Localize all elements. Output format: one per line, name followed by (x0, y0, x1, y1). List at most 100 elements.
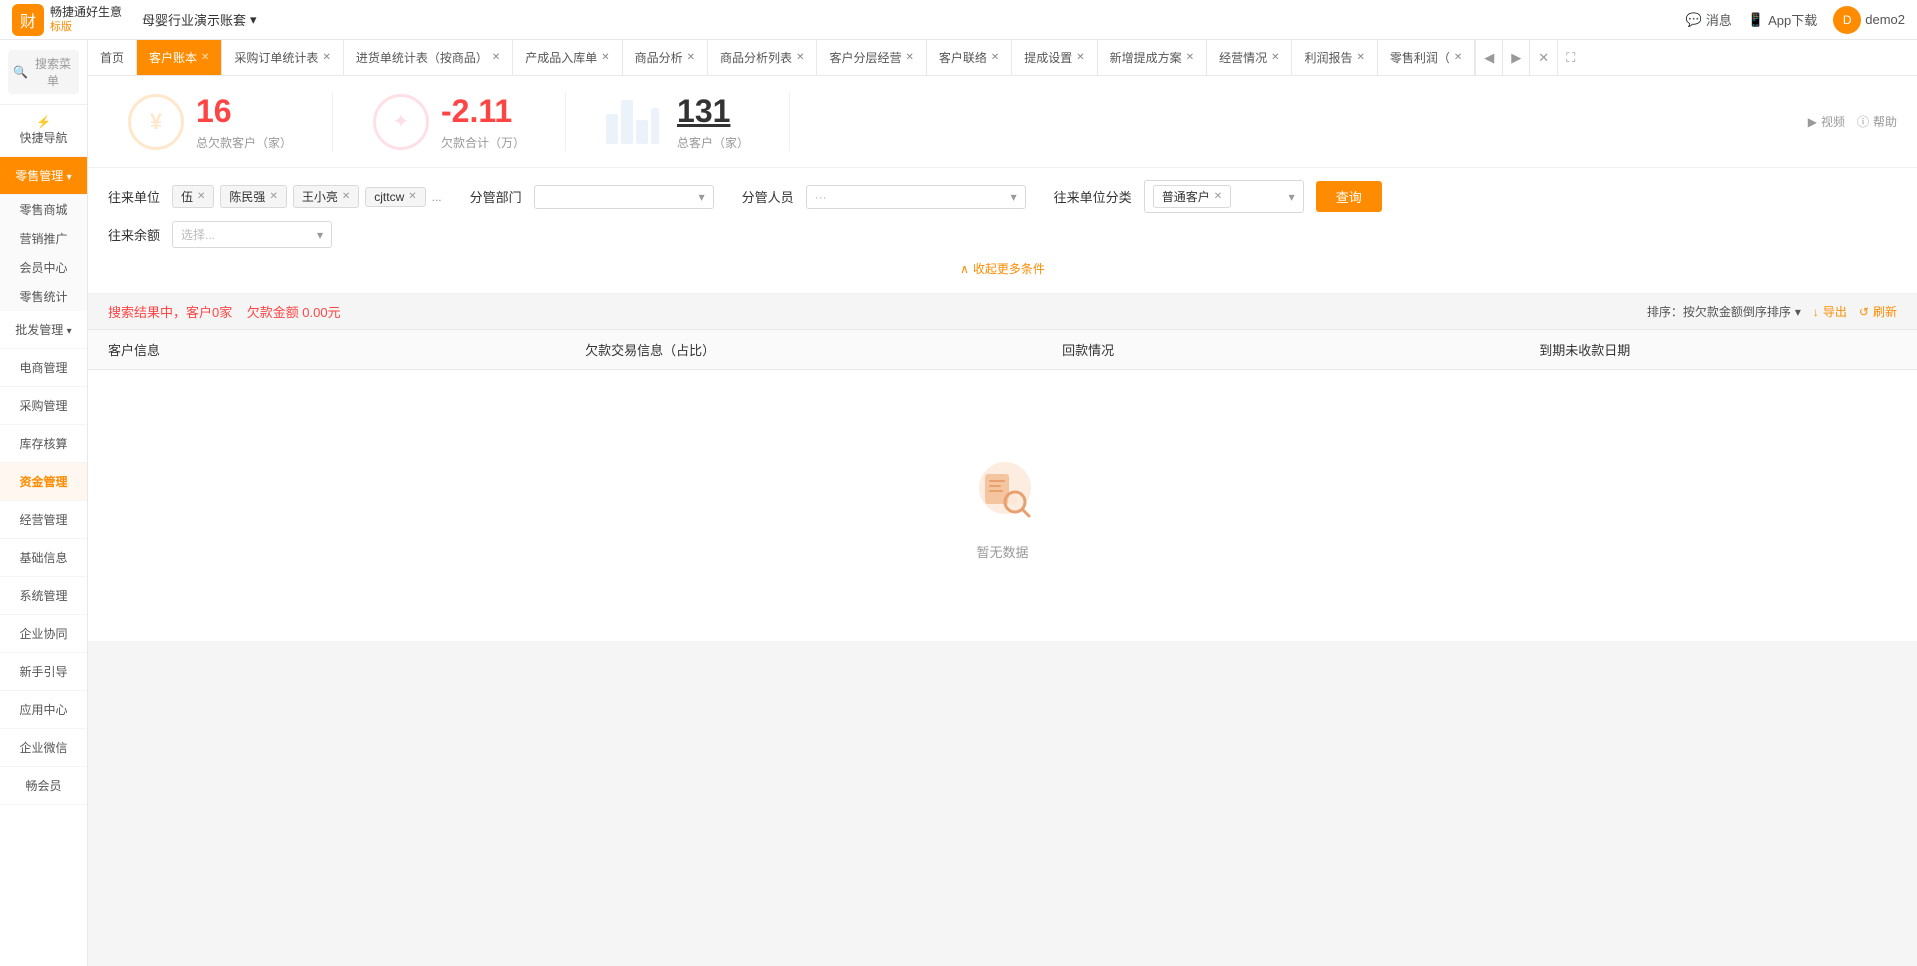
person-label: 分管人员 (742, 187, 794, 206)
sidebar-item-ecommerce[interactable]: 电商管理 (0, 349, 87, 387)
chevron-icon: ▾ (67, 326, 72, 337)
tag-close-3[interactable]: ✕ (342, 191, 350, 202)
tab-new-promotion[interactable]: 新增提成方案 ✕ (1098, 40, 1207, 76)
tab-close-icon[interactable]: ✕ (601, 52, 609, 63)
tab-close-icon[interactable]: ✕ (1271, 52, 1279, 63)
sidebar-item-retail[interactable]: 零售管理 ▾ (0, 157, 87, 195)
category-tag-close[interactable]: ✕ (1214, 191, 1222, 202)
chevron-down-icon: ▾ (699, 190, 705, 204)
tab-close-icon[interactable]: ✕ (1076, 52, 1084, 63)
category-label: 往来单位分类 (1054, 187, 1132, 206)
filter-more-button[interactable]: ... (432, 190, 442, 204)
help-icon: ⓘ (1857, 113, 1869, 130)
sidebar-item-enterprise-coop[interactable]: 企业协同 (0, 615, 87, 653)
sidebar-sub-item-member[interactable]: 会员中心 (0, 253, 87, 282)
tab-goods-analysis[interactable]: 商品分析 ✕ (623, 40, 708, 76)
tab-operations[interactable]: 经营情况 ✕ (1207, 40, 1292, 76)
tab-close-icon[interactable]: ✕ (492, 52, 500, 63)
tag-close-2[interactable]: ✕ (269, 191, 277, 202)
sidebar-item-enterprise-wechat[interactable]: 企业微信 (0, 729, 87, 767)
tab-close-icon[interactable]: ✕ (1186, 52, 1194, 63)
filter-tag-2: 陈民强 ✕ (220, 185, 286, 208)
stat2-info: -2.11 欠款合计（万） (441, 92, 525, 151)
tab-purchase-stat[interactable]: 进货单统计表（按商品） ✕ (344, 40, 513, 76)
tab-customer-balance[interactable]: 客户账本 ✕ (137, 40, 222, 76)
sidebar-sub-item-marketing[interactable]: 营销推广 (0, 224, 87, 253)
results-info: 搜索结果中，客户0家 欠款金额 0.00元 (108, 302, 341, 321)
logo-area: 财 畅捷通好生意 标版 (12, 4, 122, 36)
sidebar-item-shortcut[interactable]: 零售管理 ⚡ 快捷导航 (0, 105, 87, 157)
video-icon: ▶ (1808, 115, 1817, 129)
stats-row: ¥ 16 总欠款客户（家） ✦ -2.11 欠款合计（万） (88, 76, 1917, 168)
tab-production-instock[interactable]: 产成品入库单 ✕ (513, 40, 622, 76)
empty-text: 暂无数据 (976, 542, 1028, 561)
stat3-value[interactable]: 131 (677, 92, 749, 130)
tab-close-icon[interactable]: ✕ (201, 52, 209, 63)
sidebar-item-finance[interactable]: 资金管理 (0, 463, 87, 501)
tab-close-icon[interactable]: ✕ (991, 52, 999, 63)
filter-row-1: 往来单位 伍 ✕ 陈民强 ✕ 王小亮 (108, 180, 1897, 213)
category-select[interactable]: 普通客户 ✕ ▾ (1144, 180, 1304, 213)
category-tag: 普通客户 ✕ (1153, 185, 1231, 208)
table-header-col-2: 欠款交易信息（占比） (585, 340, 1062, 359)
sidebar: 🔍 搜索菜单 零售管理 ⚡ 快捷导航 零售管理 ▾ 零售商城 营销推广 会员中心… (0, 40, 88, 966)
sidebar-sub-item-retail-mall[interactable]: 零售商城 (0, 195, 87, 224)
sidebar-item-new-guide[interactable]: 新手引导 (0, 653, 87, 691)
chevron-down-icon: ▾ (1011, 190, 1017, 204)
filter-tag-1: 伍 ✕ (172, 185, 214, 208)
person-select[interactable]: ··· ▾ (806, 185, 1026, 209)
video-help-button[interactable]: ▶ 视频 (1808, 113, 1845, 130)
app-download-button[interactable]: 📱 App下载 (1748, 10, 1817, 29)
sort-select[interactable]: 排序：按欠款金额倒序排序 ▾ (1647, 303, 1801, 320)
tab-customer-contact[interactable]: 客户联络 ✕ (927, 40, 1012, 76)
sidebar-item-system[interactable]: 系统管理 (0, 577, 87, 615)
tab-home[interactable]: 首页 (88, 40, 137, 76)
page-content: ¥ 16 总欠款客户（家） ✦ -2.11 欠款合计（万） (88, 76, 1917, 966)
tab-profit-report[interactable]: 利润报告 ✕ (1292, 40, 1377, 76)
tab-close-icon[interactable]: ✕ (1357, 52, 1365, 63)
sidebar-item-basic-info[interactable]: 基础信息 (0, 539, 87, 577)
search-menu-button[interactable]: 🔍 搜索菜单 (8, 50, 79, 94)
results-actions: 排序：按欠款金额倒序排序 ▾ ↓ 导出 ↺ 刷新 (1647, 303, 1897, 320)
collapse-button[interactable]: ∧ 收起更多条件 (944, 256, 1061, 281)
sidebar-item-operations[interactable]: 经营管理 (0, 501, 87, 539)
tab-promotion-settings[interactable]: 提成设置 ✕ (1012, 40, 1097, 76)
store-selector[interactable]: 母婴行业演示账套 ▾ (142, 10, 257, 29)
tab-close-icon[interactable]: ✕ (905, 52, 913, 63)
sidebar-item-vip-member[interactable]: 畅会员 (0, 767, 87, 805)
table-header-col-1: 客户信息 (108, 340, 585, 359)
help-button[interactable]: ⓘ 帮助 (1857, 113, 1897, 130)
refresh-button[interactable]: ↺ 刷新 (1859, 303, 1897, 320)
tab-purchase-order[interactable]: 采购订单统计表 ✕ (222, 40, 343, 76)
tab-nav-fullscreen[interactable]: ⛶ (1557, 40, 1583, 76)
query-button[interactable]: 查询 (1316, 181, 1382, 212)
filter-tag-4: cjttcw ✕ (365, 187, 425, 207)
tab-customer-tier[interactable]: 客户分层经营 ✕ (817, 40, 926, 76)
sidebar-item-app-center[interactable]: 应用中心 (0, 691, 87, 729)
tab-retail-profit[interactable]: 零售利润（ ✕ (1378, 40, 1475, 76)
tab-close-icon[interactable]: ✕ (322, 52, 330, 63)
sidebar-item-inventory[interactable]: 库存核算 (0, 425, 87, 463)
stat-total-customers: 131 总客户（家） (566, 92, 790, 151)
tab-nav-close-all[interactable]: ✕ (1529, 40, 1557, 76)
tab-nav-next[interactable]: ▶ (1502, 40, 1529, 76)
stat1-label: 总欠款客户（家） (196, 134, 292, 151)
user-menu[interactable]: D demo2 (1833, 6, 1905, 34)
tab-close-icon[interactable]: ✕ (1454, 52, 1462, 63)
export-button[interactable]: ↓ 导出 (1813, 303, 1847, 320)
sidebar-item-wholesale[interactable]: 批发管理 ▾ (0, 311, 87, 349)
dept-select[interactable]: ▾ (534, 185, 714, 209)
content-area: 首页 客户账本 ✕ 采购订单统计表 ✕ 进货单统计表（按商品） ✕ 产成品入库单… (88, 40, 1917, 966)
tab-close-icon[interactable]: ✕ (687, 52, 695, 63)
tab-nav-prev[interactable]: ◀ (1475, 40, 1502, 76)
tab-goods-analysis-list[interactable]: 商品分析列表 ✕ (708, 40, 817, 76)
tag-close-4[interactable]: ✕ (408, 191, 416, 202)
message-button[interactable]: 💬 消息 (1686, 10, 1732, 29)
sidebar-item-purchase[interactable]: 采购管理 (0, 387, 87, 425)
tab-close-icon[interactable]: ✕ (796, 52, 804, 63)
data-table: 客户信息 欠款交易信息（占比） 回款情况 到期未收款日期 (88, 330, 1917, 641)
tag-close-1[interactable]: ✕ (197, 191, 205, 202)
balance-select[interactable]: 选择... ▾ (172, 221, 332, 248)
sidebar-sub-item-retail-stat[interactable]: 零售统计 (0, 282, 87, 311)
stat3-info: 131 总客户（家） (677, 92, 749, 151)
